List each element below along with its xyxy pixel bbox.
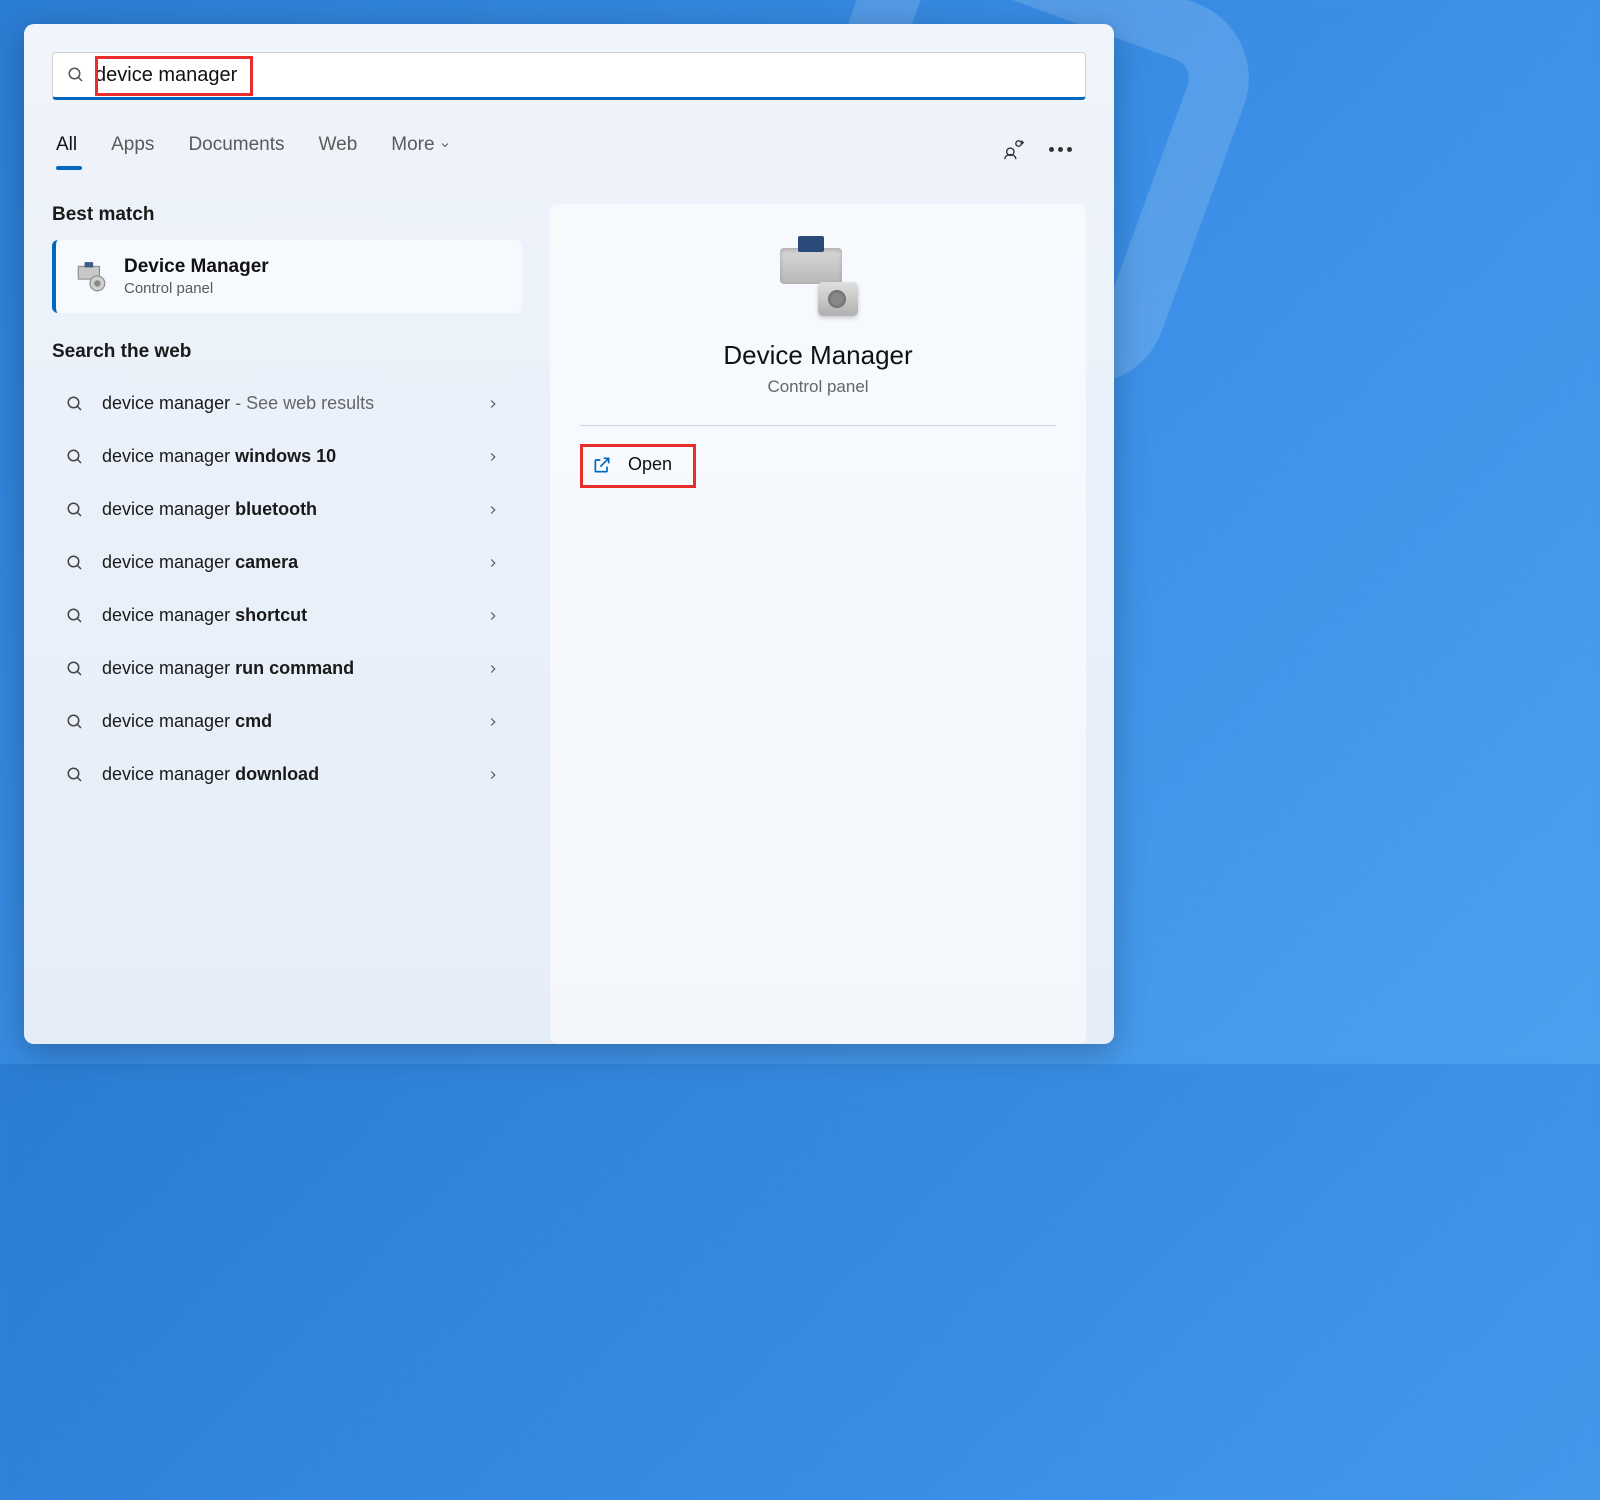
best-match-result[interactable]: Device Manager Control panel <box>52 240 522 313</box>
open-label: Open <box>628 454 672 475</box>
search-icon <box>66 766 84 784</box>
web-result-item[interactable]: device manager cmd <box>52 695 522 748</box>
web-result-text: device manager run command <box>102 658 486 679</box>
open-button[interactable]: Open <box>580 444 692 485</box>
search-icon <box>66 660 84 678</box>
web-result-item[interactable]: device manager bluetooth <box>52 483 522 536</box>
tab-all[interactable]: All <box>56 134 77 164</box>
tab-web[interactable]: Web <box>319 134 358 164</box>
web-result-item[interactable]: device manager shortcut <box>52 589 522 642</box>
search-bar[interactable] <box>52 52 1086 100</box>
web-result-text: device manager windows 10 <box>102 446 486 467</box>
device-manager-large-icon <box>774 244 862 316</box>
search-input[interactable] <box>95 64 1071 87</box>
web-result-text: device manager camera <box>102 552 486 573</box>
chevron-right-icon <box>486 768 500 782</box>
web-result-item[interactable]: device manager windows 10 <box>52 430 522 483</box>
search-icon <box>66 607 84 625</box>
search-icon <box>66 448 84 466</box>
web-result-item[interactable]: device manager run command <box>52 642 522 695</box>
chevron-down-icon <box>439 139 451 151</box>
filter-tabs-row: All Apps Documents Web More <box>52 134 1086 164</box>
best-match-subtitle: Control panel <box>124 280 269 297</box>
search-icon <box>67 66 85 84</box>
chevron-right-icon <box>486 450 500 464</box>
tab-more-label: More <box>391 134 434 156</box>
web-result-text: device manager bluetooth <box>102 499 486 520</box>
detail-title: Device Manager <box>723 340 912 371</box>
detail-pane: Device Manager Control panel Open <box>550 204 1086 1044</box>
web-result-text: device manager shortcut <box>102 605 486 626</box>
open-external-icon <box>592 455 612 475</box>
best-match-title: Device Manager <box>124 256 269 278</box>
chevron-right-icon <box>486 715 500 729</box>
web-result-text: device manager cmd <box>102 711 486 732</box>
tab-documents[interactable]: Documents <box>188 134 284 164</box>
web-result-item[interactable]: device manager download <box>52 748 522 801</box>
web-results-list: device manager - See web results device m… <box>52 377 522 801</box>
chevron-right-icon <box>486 503 500 517</box>
chevron-right-icon <box>486 556 500 570</box>
search-icon <box>66 713 84 731</box>
chevron-right-icon <box>486 397 500 411</box>
search-icon <box>66 501 84 519</box>
search-icon <box>66 554 84 572</box>
detail-subtitle: Control panel <box>767 377 868 397</box>
web-result-item[interactable]: device manager - See web results <box>52 377 522 430</box>
more-options-icon[interactable] <box>1049 147 1072 152</box>
web-result-text: device manager - See web results <box>102 393 486 414</box>
chevron-right-icon <box>486 662 500 676</box>
search-icon <box>66 395 84 413</box>
tab-more[interactable]: More <box>391 134 450 164</box>
web-result-text: device manager download <box>102 764 486 785</box>
tab-apps[interactable]: Apps <box>111 134 154 164</box>
web-result-item[interactable]: device manager camera <box>52 536 522 589</box>
account-switch-icon[interactable] <box>1003 138 1025 160</box>
chevron-right-icon <box>486 609 500 623</box>
divider <box>580 425 1056 426</box>
device-manager-icon <box>74 260 108 294</box>
best-match-heading: Best match <box>52 204 522 226</box>
results-column: Best match Device Manager Control panel … <box>52 204 522 1044</box>
search-web-heading: Search the web <box>52 341 522 363</box>
search-panel: All Apps Documents Web More Best match D… <box>24 24 1114 1044</box>
